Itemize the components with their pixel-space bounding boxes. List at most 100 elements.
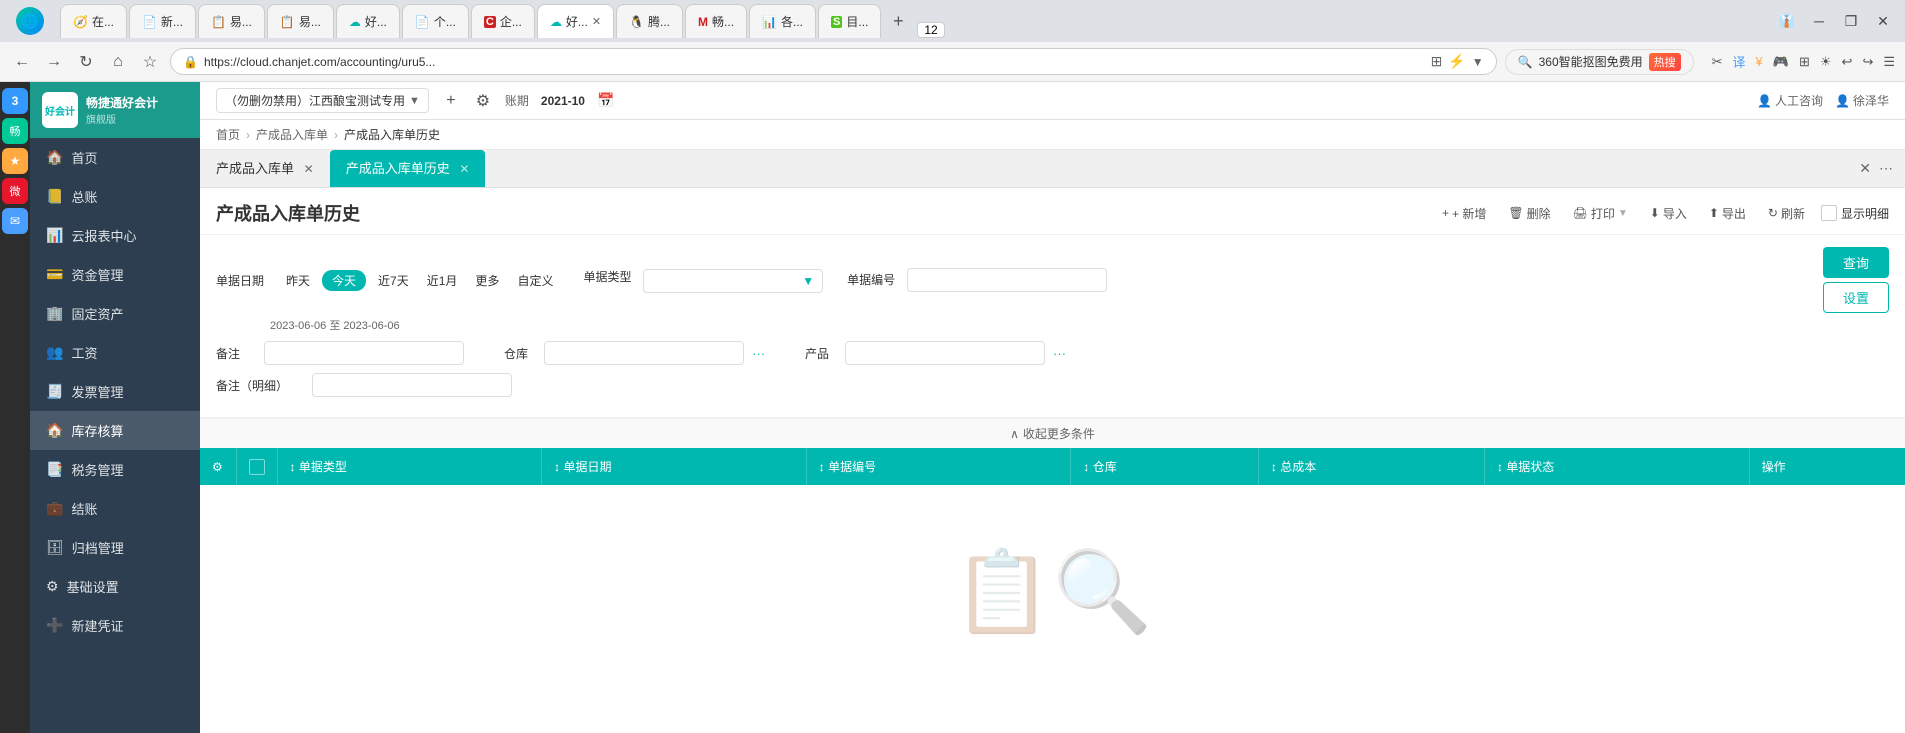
bookmark-btn[interactable]: ☆ (138, 50, 162, 74)
app-icon-star[interactable]: ★ (2, 148, 28, 174)
app-icon-mail[interactable]: ✉ (2, 208, 28, 234)
tab-hao2[interactable]: ☁ 好... ✕ (537, 4, 614, 38)
tab-mu[interactable]: S 目... (818, 4, 881, 38)
game-icon[interactable]: 🎮 (1773, 54, 1789, 70)
show-detail-checkbox[interactable] (1821, 205, 1837, 221)
date-more-btn[interactable]: 更多 (469, 270, 505, 291)
account-selector[interactable]: （勿删勿禁用）江西酿宝测试专用 ▼ (216, 88, 429, 113)
app-icon-chanjet[interactable]: 畅 (2, 118, 28, 144)
add-btn[interactable]: + + 新增 (1436, 201, 1492, 226)
tab-list[interactable]: 产成品入库单 ✕ (200, 150, 330, 187)
tab-chang[interactable]: M 畅... (685, 4, 747, 38)
grid-icon[interactable]: ⊞ (1431, 53, 1443, 70)
scissors-icon[interactable]: ✂ (1712, 54, 1723, 70)
lightning-icon[interactable]: ⚡ (1448, 53, 1465, 70)
export-btn[interactable]: ⬆ 导出 (1703, 201, 1752, 226)
user-avatar[interactable]: 👤 徐泽华 (1835, 92, 1889, 109)
date-7days-btn[interactable]: 近7天 (372, 270, 415, 291)
close-panel-btn[interactable]: ✕ (1859, 160, 1871, 177)
tab-zaidu[interactable]: 🧭 在... (60, 4, 127, 38)
add-account-btn[interactable]: + (441, 91, 461, 111)
home-btn[interactable]: ⌂ (106, 50, 130, 74)
tab-history-close[interactable]: ✕ (459, 162, 469, 176)
apps-icon[interactable]: ⊞ (1799, 54, 1810, 70)
query-button[interactable]: 查询 (1823, 247, 1889, 278)
th-warehouse[interactable]: ↕ 仓库 (1071, 448, 1259, 485)
product-filter-input[interactable] (845, 341, 1045, 365)
sidebar-item-invoice[interactable]: 🧾 发票管理 (30, 372, 200, 411)
delete-btn[interactable]: 🗑 删除 (1502, 201, 1556, 226)
warehouse-more-btn[interactable]: ··· (752, 346, 765, 361)
minimize-btn[interactable]: ─ (1805, 7, 1833, 35)
settings-button[interactable]: 设置 (1823, 282, 1889, 313)
th-status[interactable]: ↕ 单据状态 (1484, 448, 1749, 485)
refresh-btn[interactable]: ↻ (74, 50, 98, 74)
type-filter-select[interactable]: ▼ (643, 269, 823, 293)
tab-xin[interactable]: 📄 新... (129, 4, 196, 38)
sidebar-item-new-voucher[interactable]: ➕ 新建凭证 (30, 606, 200, 645)
tab-list-close[interactable]: ✕ (304, 162, 314, 176)
restore-btn[interactable]: ❐ (1837, 7, 1865, 35)
import-btn[interactable]: ⬇ 导入 (1644, 201, 1693, 226)
collapse-btn[interactable]: ∧ 收起更多条件 (1010, 425, 1095, 442)
sidebar-item-payroll[interactable]: 👥 工资 (30, 333, 200, 372)
browser-logo[interactable]: 🌐 (16, 7, 44, 35)
warehouse-filter-input[interactable] (544, 341, 744, 365)
sidebar-item-fund[interactable]: 💳 资金管理 (30, 255, 200, 294)
tab-yi1[interactable]: 📋 易... (198, 4, 265, 38)
tab-teng[interactable]: 🐧 腾... (616, 4, 683, 38)
tab-qi[interactable]: C 企... (471, 4, 535, 38)
tab-hao1[interactable]: ☁ 好... (336, 4, 400, 38)
sidebar-item-settings[interactable]: ⚙ 基础设置 (30, 567, 200, 606)
tab-close-btn[interactable]: ✕ (592, 15, 601, 28)
dropdown-arrow[interactable]: ▼ (1472, 55, 1484, 69)
date-yesterday-btn[interactable]: 昨天 (280, 270, 316, 291)
th-checkbox[interactable] (236, 448, 277, 485)
breadcrumb-list[interactable]: 产成品入库单 (256, 126, 328, 143)
detail-remark-input[interactable] (312, 373, 512, 397)
collapse-bar[interactable]: ∧ 收起更多条件 (200, 418, 1905, 448)
sidebar-item-tax[interactable]: 📑 税务管理 (30, 450, 200, 489)
refresh-btn[interactable]: ↻ 刷新 (1762, 201, 1811, 226)
consult-btn[interactable]: 👤 人工咨询 (1757, 92, 1823, 109)
th-type[interactable]: ↕ 单据类型 (277, 448, 542, 485)
sidebar-item-general-ledger[interactable]: 📒 总账 (30, 177, 200, 216)
th-settings[interactable]: ⚙ (200, 448, 236, 485)
translate-icon[interactable]: 译 (1733, 52, 1746, 71)
product-more-btn[interactable]: ··· (1053, 346, 1066, 361)
back-btn[interactable]: ← (10, 50, 34, 74)
print-dropdown[interactable]: ▼ (1618, 208, 1628, 219)
sidebar-item-inventory[interactable]: 🏠 库存核算 (30, 411, 200, 450)
app-icon-360[interactable]: 3 (2, 88, 28, 114)
header-checkbox[interactable] (249, 459, 265, 475)
new-tab-btn[interactable]: + (883, 4, 913, 38)
shirt-icon[interactable]: 👔 (1773, 11, 1801, 31)
undo-icon[interactable]: ↩ (1842, 54, 1853, 70)
sidebar-item-home[interactable]: 🏠 首页 (30, 138, 200, 177)
tab-history[interactable]: 产成品入库单历史 ✕ (330, 150, 486, 187)
tab-count[interactable]: 12 (917, 22, 944, 38)
sidebar-item-fixed-assets[interactable]: 🏢 固定资产 (30, 294, 200, 333)
close-btn[interactable]: ✕ (1869, 7, 1897, 35)
sidebar-item-checkout[interactable]: 💼 结账 (30, 489, 200, 528)
menu-icon[interactable]: ☰ (1883, 54, 1895, 70)
print-btn[interactable]: 🖨 打印 ▼ (1567, 201, 1634, 226)
sidebar-item-archive[interactable]: 🗄 归档管理 (30, 528, 200, 567)
th-number[interactable]: ↕ 单据编号 (806, 448, 1071, 485)
calendar-icon[interactable]: 📅 (597, 92, 614, 109)
date-custom-btn[interactable]: 自定义 (511, 270, 559, 291)
account-settings-btn[interactable]: ⚙ (473, 91, 493, 111)
remark-filter-input[interactable] (264, 341, 464, 365)
date-1month-btn[interactable]: 近1月 (421, 270, 464, 291)
forward-btn[interactable]: → (42, 50, 66, 74)
tab-ge2[interactable]: 📊 各... (749, 4, 816, 38)
tab-yi2[interactable]: 📋 易... (267, 4, 334, 38)
url-bar[interactable]: 🔒 https://cloud.chanjet.com/accounting/u… (170, 48, 1497, 75)
th-date[interactable]: ↕ 单据日期 (542, 448, 807, 485)
th-cost[interactable]: ↕ 总成本 (1258, 448, 1484, 485)
theme-icon[interactable]: ☀ (1820, 54, 1832, 70)
sidebar-item-cloud-report[interactable]: 📊 云报表中心 (30, 216, 200, 255)
panel-settings-btn[interactable]: ⋯ (1879, 160, 1893, 177)
number-filter-input[interactable] (907, 268, 1107, 292)
date-today-btn[interactable]: 今天 (322, 270, 366, 291)
